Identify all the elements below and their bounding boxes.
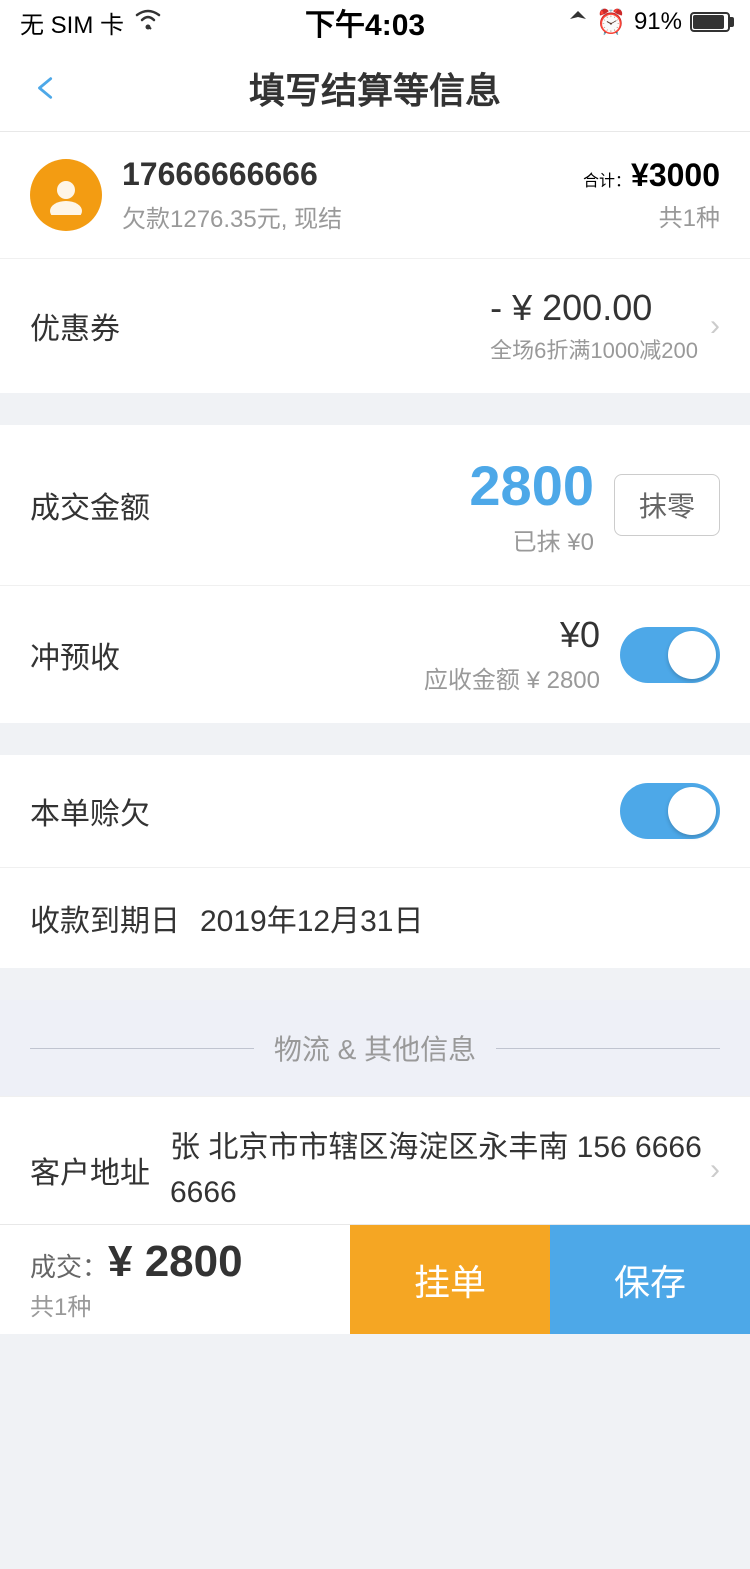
avatar xyxy=(30,159,102,231)
content-area: 17666666666 欠款1276.35元, 现结 合计：¥3000 共1种 … xyxy=(0,132,750,1569)
address-chevron-icon: › xyxy=(710,1153,720,1187)
customer-phone: 17666666666 xyxy=(122,156,342,193)
customer-right: 合计：¥3000 共1种 xyxy=(583,157,720,233)
total-label: 合计： xyxy=(583,173,631,190)
pre-receive-toggle[interactable] xyxy=(620,627,720,683)
status-time: 下午4:03 xyxy=(305,0,425,44)
summary-line1: 成交：¥ 2800 xyxy=(30,1237,320,1287)
status-bar: 无 SIM 卡 下午4:03 ⏰ 91% xyxy=(0,0,750,44)
location-icon xyxy=(568,8,588,36)
coupon-right: - ¥ 200.00 全场6折满1000减200 › xyxy=(490,287,720,365)
transaction-amount: 2800 xyxy=(469,453,594,518)
customer-row: 17666666666 欠款1276.35元, 现结 合计：¥3000 共1种 xyxy=(0,132,750,258)
status-right: ⏰ 91% xyxy=(568,8,730,37)
customer-left: 17666666666 欠款1276.35元, 现结 xyxy=(30,156,342,234)
logistics-line-right xyxy=(496,1048,720,1049)
chevron-right-icon: › xyxy=(710,309,720,343)
summary-amount: ¥ 2800 xyxy=(108,1237,243,1286)
battery-percent: 91% xyxy=(634,8,682,36)
bottom-actions: 挂单 保存 xyxy=(350,1225,750,1334)
customer-card: 17666666666 欠款1276.35元, 现结 合计：¥3000 共1种 … xyxy=(0,132,750,393)
alarm-icon: ⏰ xyxy=(596,8,626,37)
wifi-icon xyxy=(134,8,162,37)
nav-bar: 填写结算等信息 xyxy=(0,44,750,132)
transaction-row: 成交金额 2800 已抹 ¥0 抹零 xyxy=(0,425,750,586)
due-date-value: 2019年12月31日 xyxy=(200,896,423,940)
section-gap-2 xyxy=(0,739,750,755)
bottom-summary: 成交：¥ 2800 共1种 xyxy=(0,1237,350,1322)
debt-toggle[interactable] xyxy=(620,783,720,839)
address-label: 客户地址 xyxy=(30,1148,150,1192)
transaction-right: 2800 已抹 ¥0 抹零 xyxy=(469,453,720,557)
coupon-discount: - ¥ 200.00 xyxy=(490,287,698,329)
debt-label: 本单赊欠 xyxy=(30,789,150,833)
coupon-label: 优惠券 xyxy=(30,304,120,348)
address-card: 客户地址 张 北京市市辖区海淀区永丰南 156 6666 6666 › xyxy=(0,1096,750,1243)
amount-container: 2800 已抹 ¥0 xyxy=(469,453,594,557)
debt-row: 本单赊欠 xyxy=(0,755,750,867)
transaction-sub: 已抹 ¥0 xyxy=(469,522,594,557)
pre-receive-label: 冲预收 xyxy=(30,633,120,677)
summary-label: 成交： xyxy=(30,1252,108,1282)
pre-sub: 应收金额 ¥ 2800 xyxy=(424,660,600,695)
logistics-section: 物流 & 其他信息 xyxy=(0,1000,750,1096)
no-sim-text: 无 SIM 卡 xyxy=(20,5,124,40)
toggle-knob xyxy=(668,631,716,679)
address-row[interactable]: 客户地址 张 北京市市辖区海淀区永丰南 156 6666 6666 › xyxy=(0,1096,750,1243)
battery-icon xyxy=(690,12,730,32)
bottom-spacer xyxy=(0,1459,750,1569)
logistics-label: 物流 & 其他信息 xyxy=(254,1028,496,1068)
section-gap-3 xyxy=(0,984,750,1000)
transaction-label: 成交金额 xyxy=(30,483,150,527)
pre-amount: ¥0 xyxy=(424,614,600,656)
pre-receive-amounts: ¥0 应收金额 ¥ 2800 xyxy=(424,614,600,695)
address-value: 张 北京市市辖区海淀区永丰南 156 6666 6666 xyxy=(170,1125,710,1215)
customer-sub: 欠款1276.35元, 现结 xyxy=(122,199,342,234)
page-title: 填写结算等信息 xyxy=(249,62,501,114)
total-value: ¥3000 xyxy=(631,157,720,193)
summary-count: 共1种 xyxy=(30,1287,320,1322)
total-label-value: 合计：¥3000 xyxy=(583,157,720,194)
coupon-row[interactable]: 优惠券 - ¥ 200.00 全场6折满1000减200 › xyxy=(0,258,750,393)
hang-order-button[interactable]: 挂单 xyxy=(350,1225,550,1334)
round-zero-button[interactable]: 抹零 xyxy=(614,474,720,536)
pre-receive-row: 冲预收 ¥0 应收金额 ¥ 2800 xyxy=(0,586,750,723)
customer-info: 17666666666 欠款1276.35元, 现结 xyxy=(122,156,342,234)
logistics-line-left xyxy=(30,1048,254,1049)
save-button[interactable]: 保存 xyxy=(550,1225,750,1334)
debt-card: 本单赊欠 收款到期日 2019年12月31日 xyxy=(0,755,750,968)
transaction-card: 成交金额 2800 已抹 ¥0 抹零 冲预收 ¥0 应收金额 ¥ 2800 xyxy=(0,425,750,723)
status-left: 无 SIM 卡 xyxy=(20,5,162,40)
due-date-label: 收款到期日 xyxy=(30,896,180,940)
debt-toggle-knob xyxy=(668,787,716,835)
pre-receive-right: ¥0 应收金额 ¥ 2800 xyxy=(424,614,720,695)
back-button[interactable] xyxy=(24,66,68,110)
coupon-info: - ¥ 200.00 全场6折满1000减200 xyxy=(490,287,698,365)
due-date-row: 收款到期日 2019年12月31日 xyxy=(0,867,750,968)
item-count: 共1种 xyxy=(583,198,720,233)
section-gap-1 xyxy=(0,409,750,425)
bottom-bar: 成交：¥ 2800 共1种 挂单 保存 xyxy=(0,1224,750,1334)
coupon-desc: 全场6折满1000减200 xyxy=(490,333,698,365)
